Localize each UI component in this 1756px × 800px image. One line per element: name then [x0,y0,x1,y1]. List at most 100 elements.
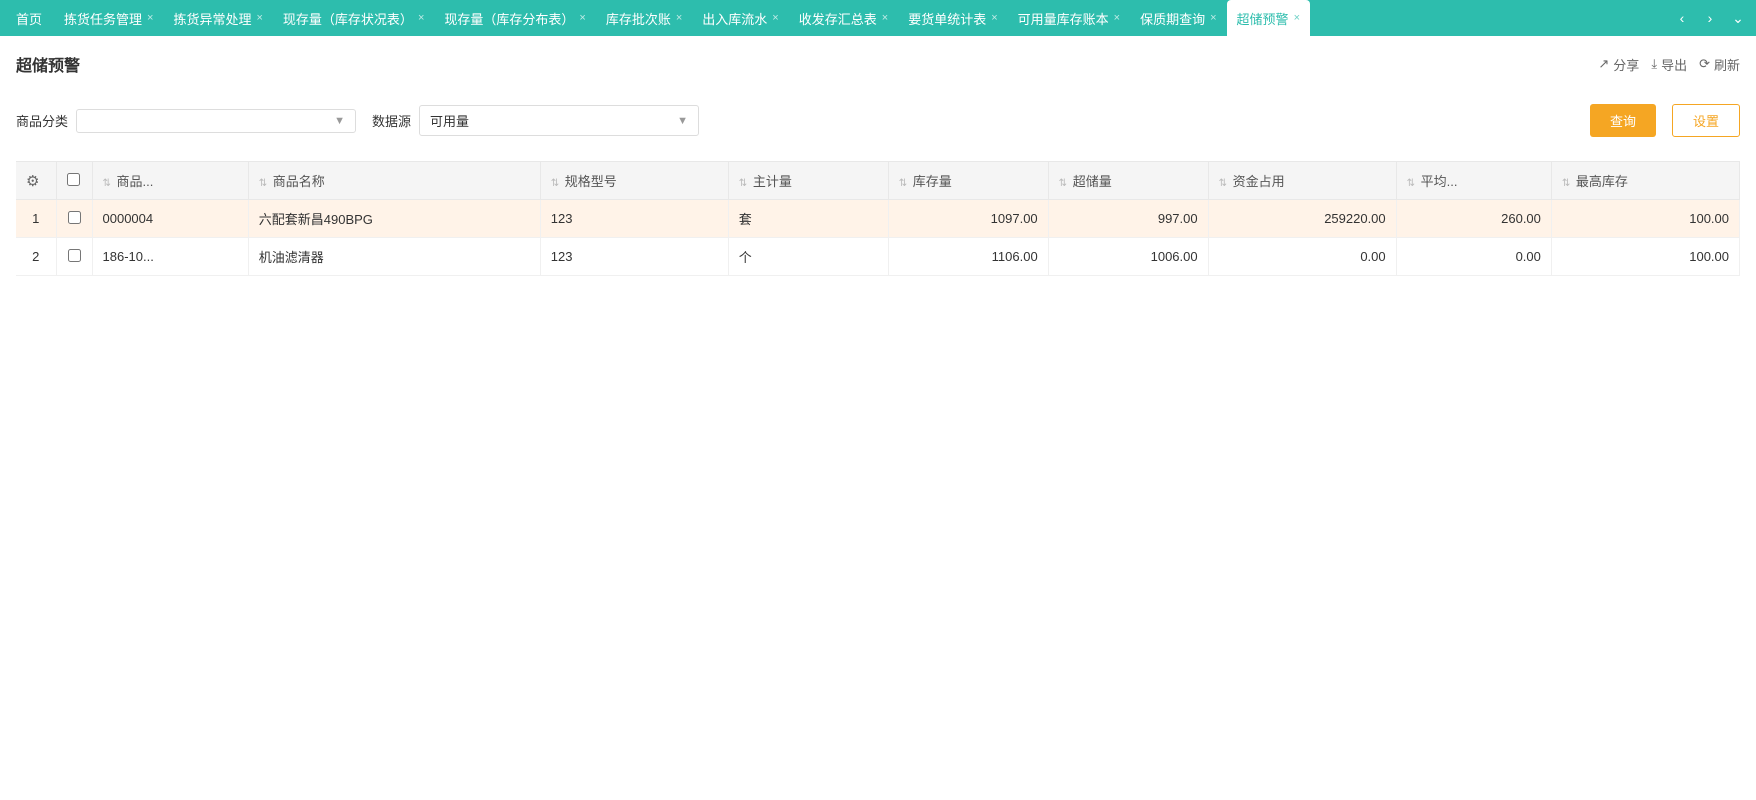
nav-tab-0[interactable]: 拣货任务管理 × [54,0,163,36]
row-max-stock: 100.00 [1551,200,1739,238]
row-product-name: 机油滤清器 [248,238,540,276]
refresh-button[interactable]: ⟳ 刷新 [1699,55,1740,74]
gear-icon[interactable]: ⚙ [26,173,39,190]
sort-icon: ⇅ [551,178,559,189]
row-avg: 0.00 [1396,238,1551,276]
row-max-stock: 100.00 [1551,238,1739,276]
row-number: 2 [16,238,56,276]
th-stock[interactable]: ⇅ 库存量 [888,162,1048,200]
row-spec: 123 [540,200,728,238]
select-all-checkbox[interactable] [67,173,80,186]
nav-tab-10[interactable]: 超储预警 × [1227,0,1310,36]
row-checkbox[interactable] [68,249,81,262]
close-icon[interactable]: × [676,12,682,24]
th-checkbox[interactable] [56,162,92,200]
row-capital: 259220.00 [1208,200,1396,238]
export-button[interactable]: ⤓ 导出 [1651,55,1687,74]
data-table: ⚙ ⇅ 商品... ⇅ 商品名称 ⇅ 规格型号 ⇅ [16,161,1740,276]
th-max-stock[interactable]: ⇅ 最高库存 [1551,162,1739,200]
datasource-select-value: 可用量 [430,111,469,130]
close-icon[interactable]: × [418,12,424,24]
nav-prev-button[interactable]: ‹ [1668,0,1696,36]
nav-menu-button[interactable]: ⌄ [1724,0,1752,36]
th-capital[interactable]: ⇅ 资金占用 [1208,162,1396,200]
datasource-select[interactable]: 可用量 ▼ [419,105,699,136]
row-stock: 1097.00 [888,200,1048,238]
category-label: 商品分类 [16,111,68,130]
row-product-name: 六配套新昌490BPG [248,200,540,238]
row-number: 1 [16,200,56,238]
chevron-down-icon: ▼ [334,115,345,127]
share-button[interactable]: ↗ 分享 [1598,55,1639,74]
row-product-code: 186-10... [92,238,248,276]
sort-icon: ⇅ [1562,178,1570,189]
nav-tab-2[interactable]: 现存量（库存状况表） × [273,0,434,36]
row-over-stock: 997.00 [1048,200,1208,238]
row-stock: 1106.00 [888,238,1048,276]
sort-icon: ⇅ [103,178,111,189]
row-avg: 260.00 [1396,200,1551,238]
share-icon: ↗ [1598,56,1609,72]
nav-home[interactable]: 首页 [4,9,54,28]
nav-tab-9[interactable]: 保质期查询 × [1130,0,1226,36]
th-unit[interactable]: ⇅ 主计量 [728,162,888,200]
sort-icon: ⇅ [1407,178,1415,189]
nav-next-button[interactable]: › [1696,0,1724,36]
sort-icon: ⇅ [739,178,747,189]
close-icon[interactable]: × [256,12,262,24]
th-avg[interactable]: ⇅ 平均... [1396,162,1551,200]
nav-tab-1[interactable]: 拣货异常处理 × [163,0,272,36]
refresh-icon: ⟳ [1699,56,1710,72]
row-unit: 个 [728,238,888,276]
page-container: 超储预警 ↗ 分享 ⤓ 导出 ⟳ 刷新 商品分类 ▼ 数据源 [0,36,1756,800]
row-unit: 套 [728,200,888,238]
nav-tab-3[interactable]: 现存量（库存分布表） × [434,0,595,36]
nav-arrows: ‹ › ⌄ [1668,0,1752,36]
row-product-code: 0000004 [92,200,248,238]
close-icon[interactable]: × [991,12,997,24]
query-button[interactable]: 查询 [1590,104,1656,137]
sort-icon: ⇅ [259,178,267,189]
chevron-down-icon: ▼ [677,115,688,127]
page-actions: ↗ 分享 ⤓ 导出 ⟳ 刷新 [1598,55,1740,74]
row-checkbox-cell[interactable] [56,238,92,276]
table-header-row: ⚙ ⇅ 商品... ⇅ 商品名称 ⇅ 规格型号 ⇅ [16,162,1740,200]
nav-tab-8[interactable]: 可用量库存账本 × [1008,0,1130,36]
nav-bar: 首页 拣货任务管理 × 拣货异常处理 × 现存量（库存状况表） × 现存量（库存… [0,0,1756,36]
close-icon[interactable]: × [147,12,153,24]
row-checkbox[interactable] [68,211,81,224]
th-spec[interactable]: ⇅ 规格型号 [540,162,728,200]
nav-tab-4[interactable]: 库存批次账 × [596,0,692,36]
nav-tab-7[interactable]: 要货单统计表 × [898,0,1007,36]
row-checkbox-cell[interactable] [56,200,92,238]
datasource-filter-group: 数据源 可用量 ▼ [372,105,699,136]
category-filter-group: 商品分类 ▼ [16,109,356,133]
th-gear[interactable]: ⚙ [16,162,56,200]
nav-tab-6[interactable]: 收发存汇总表 × [789,0,898,36]
datasource-label: 数据源 [372,111,411,130]
sort-icon: ⇅ [1219,178,1227,189]
th-product-name[interactable]: ⇅ 商品名称 [248,162,540,200]
close-icon[interactable]: × [1294,12,1300,24]
sort-icon: ⇅ [899,178,907,189]
sort-icon: ⇅ [1059,178,1067,189]
table-row: 2 186-10... 机油滤清器 123 个 1106.00 1006.00 … [16,238,1740,276]
filter-row: 商品分类 ▼ 数据源 可用量 ▼ 查询 设置 [16,92,1740,149]
row-over-stock: 1006.00 [1048,238,1208,276]
th-product-code[interactable]: ⇅ 商品... [92,162,248,200]
close-icon[interactable]: × [1210,12,1216,24]
page-title: 超储预警 [16,52,80,76]
row-capital: 0.00 [1208,238,1396,276]
export-icon: ⤓ [1651,56,1657,72]
row-spec: 123 [540,238,728,276]
close-icon[interactable]: × [772,12,778,24]
nav-tab-5[interactable]: 出入库流水 × [692,0,788,36]
settings-button[interactable]: 设置 [1672,104,1740,137]
table-row: 1 0000004 六配套新昌490BPG 123 套 1097.00 997.… [16,200,1740,238]
close-icon[interactable]: × [579,12,585,24]
category-select[interactable]: ▼ [76,109,356,133]
close-icon[interactable]: × [882,12,888,24]
page-header: 超储预警 ↗ 分享 ⤓ 导出 ⟳ 刷新 [16,52,1740,76]
th-over-stock[interactable]: ⇅ 超储量 [1048,162,1208,200]
close-icon[interactable]: × [1114,12,1120,24]
